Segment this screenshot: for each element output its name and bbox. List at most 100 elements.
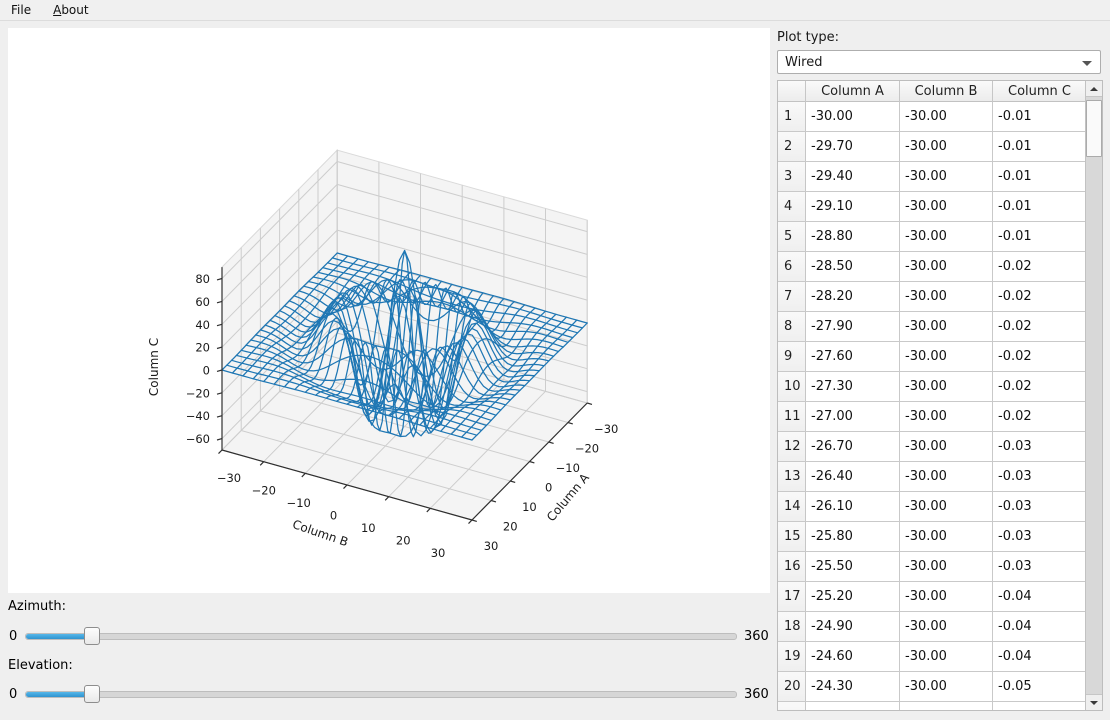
table-cell[interactable]: -25.20: [806, 582, 900, 611]
row-number-cell: 5: [778, 222, 806, 251]
column-header-column-a[interactable]: Column A: [806, 81, 900, 102]
table-cell[interactable]: -30.00: [900, 672, 993, 701]
table-cell[interactable]: -30.00: [900, 132, 993, 161]
table-cell[interactable]: -30.00: [806, 102, 900, 131]
table-cell[interactable]: -0.03: [993, 492, 1087, 521]
table-cell[interactable]: -29.40: [806, 162, 900, 191]
elevation-slider[interactable]: [25, 691, 737, 698]
table-row: 15-25.80-30.00-0.03: [778, 522, 1087, 552]
svg-text:0: 0: [330, 509, 337, 523]
column-header-column-b[interactable]: Column B: [900, 81, 993, 102]
menu-item-file[interactable]: File: [0, 1, 42, 19]
table-cell[interactable]: -29.70: [806, 132, 900, 161]
table-cell[interactable]: -30.00: [900, 492, 993, 521]
table-cell[interactable]: -29.10: [806, 192, 900, 221]
table-cell[interactable]: -0.03: [993, 432, 1087, 461]
table-cell[interactable]: -0.05: [993, 672, 1087, 701]
table-cell: [806, 702, 900, 711]
table-scrollbar[interactable]: [1085, 81, 1102, 710]
table-cell[interactable]: -30.00: [900, 192, 993, 221]
table-cell[interactable]: -25.80: [806, 522, 900, 551]
row-number-cell: 2: [778, 132, 806, 161]
table-cell[interactable]: -0.01: [993, 192, 1087, 221]
table-cell[interactable]: -24.30: [806, 672, 900, 701]
elevation-max-label: 360: [744, 687, 769, 702]
table-cell[interactable]: -27.90: [806, 312, 900, 341]
svg-text:Column C: Column C: [147, 338, 161, 396]
azimuth-slider[interactable]: [25, 633, 737, 640]
row-number-cell: 11: [778, 402, 806, 431]
azimuth-slider-handle[interactable]: [84, 627, 100, 645]
svg-text:60: 60: [195, 295, 210, 309]
table-cell[interactable]: -0.01: [993, 222, 1087, 251]
scrollbar-down-button[interactable]: [1086, 694, 1102, 710]
corner-header-cell[interactable]: [778, 81, 806, 102]
table-cell[interactable]: -0.01: [993, 162, 1087, 191]
table-row: 18-24.90-30.00-0.04: [778, 612, 1087, 642]
scrollbar-up-button[interactable]: [1086, 81, 1102, 97]
column-header-column-c[interactable]: Column C: [993, 81, 1087, 102]
table-cell[interactable]: -0.04: [993, 642, 1087, 671]
table-cell[interactable]: -27.00: [806, 402, 900, 431]
table-cell[interactable]: -0.02: [993, 282, 1087, 311]
table-cell[interactable]: -0.02: [993, 402, 1087, 431]
table-cell[interactable]: -30.00: [900, 522, 993, 551]
svg-text:−10: −10: [556, 461, 580, 475]
svg-text:20: 20: [195, 341, 210, 355]
menu-item-about[interactable]: About: [42, 1, 100, 19]
table-cell[interactable]: -28.20: [806, 282, 900, 311]
table-row: 5-28.80-30.00-0.01: [778, 222, 1087, 252]
table-cell[interactable]: -24.90: [806, 612, 900, 641]
table-cell[interactable]: -30.00: [900, 102, 993, 131]
table-cell[interactable]: -30.00: [900, 222, 993, 251]
table-cell[interactable]: -25.50: [806, 552, 900, 581]
table-cell[interactable]: -0.04: [993, 582, 1087, 611]
azimuth-max-label: 360: [744, 629, 769, 644]
table-cell[interactable]: -30.00: [900, 312, 993, 341]
table-row: 7-28.20-30.00-0.02: [778, 282, 1087, 312]
table-cell[interactable]: -30.00: [900, 642, 993, 671]
table-cell[interactable]: -28.50: [806, 252, 900, 281]
table-cell[interactable]: -0.04: [993, 612, 1087, 641]
table-cell[interactable]: -0.01: [993, 102, 1087, 131]
table-cell[interactable]: -28.80: [806, 222, 900, 251]
table-cell[interactable]: -30.00: [900, 342, 993, 371]
table-cell[interactable]: -30.00: [900, 462, 993, 491]
table-cell[interactable]: -0.03: [993, 552, 1087, 581]
elevation-slider-handle[interactable]: [84, 685, 100, 703]
table-cell[interactable]: -27.30: [806, 372, 900, 401]
table-cell[interactable]: -26.70: [806, 432, 900, 461]
table-cell[interactable]: -30.00: [900, 432, 993, 461]
table-cell[interactable]: -0.03: [993, 462, 1087, 491]
plot-figure: −30−30−20−20−10−1000101020203030−60−40−2…: [8, 28, 770, 593]
table-cell[interactable]: -0.02: [993, 342, 1087, 371]
svg-text:0: 0: [545, 481, 552, 495]
table-cell[interactable]: -0.01: [993, 132, 1087, 161]
svg-text:Column B: Column B: [291, 517, 350, 549]
table-cell[interactable]: -30.00: [900, 252, 993, 281]
table-row: 2-29.70-30.00-0.01: [778, 132, 1087, 162]
table-cell[interactable]: -0.03: [993, 522, 1087, 551]
svg-text:−20: −20: [252, 484, 276, 498]
table-cell[interactable]: -0.02: [993, 312, 1087, 341]
table-cell[interactable]: -30.00: [900, 402, 993, 431]
table-cell[interactable]: -0.02: [993, 372, 1087, 401]
table-cell[interactable]: -30.00: [900, 282, 993, 311]
table-cell[interactable]: -30.00: [900, 552, 993, 581]
table-row: 1-30.00-30.00-0.01: [778, 102, 1087, 132]
table-cell[interactable]: -30.00: [900, 612, 993, 641]
svg-text:−20: −20: [575, 442, 599, 456]
row-number-cell: 3: [778, 162, 806, 191]
table-cell[interactable]: -30.00: [900, 162, 993, 191]
table-cell[interactable]: -30.00: [900, 582, 993, 611]
table-cell[interactable]: -30.00: [900, 372, 993, 401]
svg-text:40: 40: [195, 318, 210, 332]
scrollbar-thumb[interactable]: [1086, 100, 1102, 157]
plot-type-combobox[interactable]: Wired: [777, 50, 1101, 74]
table-cell[interactable]: -27.60: [806, 342, 900, 371]
table-row: 11-27.00-30.00-0.02: [778, 402, 1087, 432]
table-cell[interactable]: -24.60: [806, 642, 900, 671]
table-cell[interactable]: -26.10: [806, 492, 900, 521]
table-cell[interactable]: -26.40: [806, 462, 900, 491]
table-cell[interactable]: -0.02: [993, 252, 1087, 281]
